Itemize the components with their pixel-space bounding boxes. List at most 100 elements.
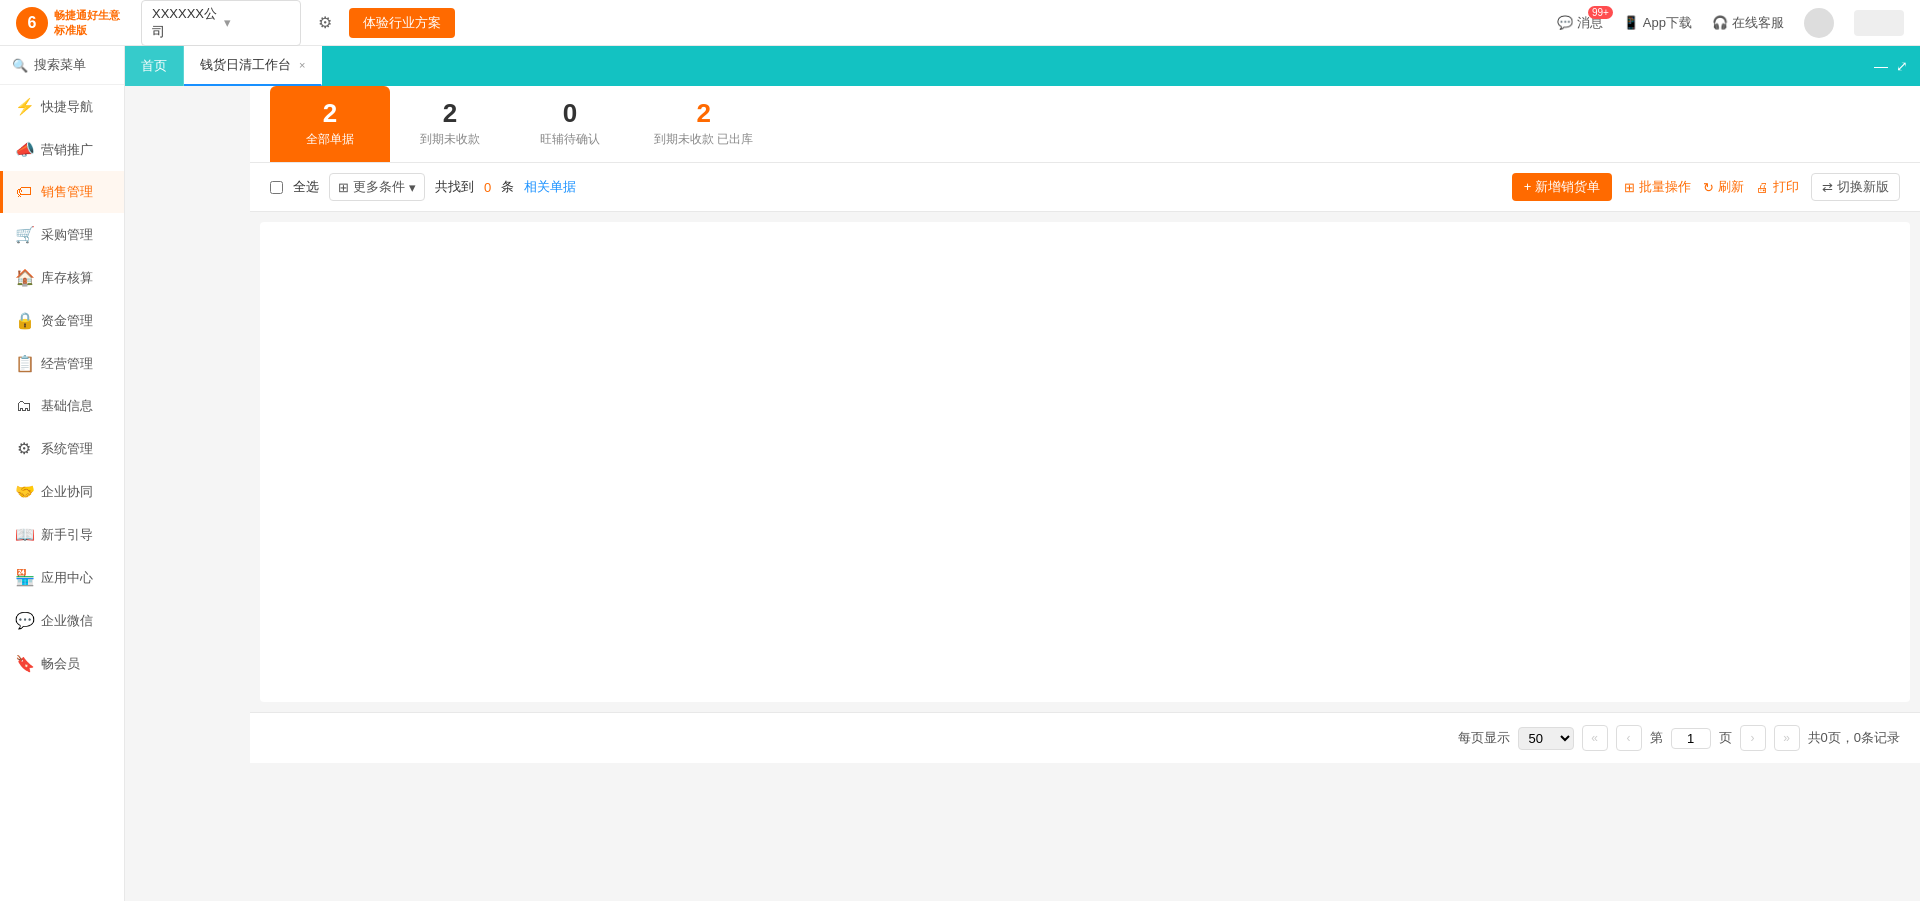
page-label-suffix: 页 [1719, 729, 1732, 747]
sidebar-item-enterprise-wechat[interactable]: 💬 企业微信 [0, 599, 124, 642]
tab-cash-flow[interactable]: 钱货日清工作台 × [184, 46, 322, 86]
app-download-label: App下载 [1643, 14, 1692, 32]
settings-icon[interactable]: ⚙ [309, 7, 341, 39]
basic-info-icon: 🗂 [15, 397, 33, 415]
switch-icon: ⇄ [1822, 180, 1833, 195]
main-content: 2 全部单据 2 到期未收款 0 旺辅待确认 2 到期未收款 已出库 全选 [250, 86, 1920, 901]
first-page-button[interactable]: « [1582, 725, 1608, 751]
sidebar-item-label: 资金管理 [41, 312, 93, 330]
user-name[interactable] [1854, 10, 1904, 36]
message-badge: 99+ [1588, 6, 1613, 19]
stat-tab-overdue-unshipped[interactable]: 2 到期未收款 已出库 [630, 86, 777, 162]
sidebar-item-operations[interactable]: 📋 经营管理 [0, 342, 124, 385]
page-label-prefix: 第 [1650, 729, 1663, 747]
toolbar-right: + 新增销货单 ⊞ 批量操作 ↻ 刷新 🖨 打印 ⇄ 切换新版 [1512, 173, 1900, 201]
sidebar-item-label: 畅会员 [41, 655, 80, 673]
refresh-button[interactable]: ↻ 刷新 [1703, 178, 1744, 196]
sidebar-item-label: 基础信息 [41, 397, 93, 415]
app-header: 6 畅捷通好生意 标准版 XXXXXX公司 ▾ ⚙ 体验行业方案 💬 消息 99… [0, 0, 1920, 46]
header-right: 💬 消息 99+ 📱 App下载 🎧 在线客服 [1557, 8, 1904, 38]
content-area [260, 222, 1910, 702]
sidebar-item-basic-info[interactable]: 🗂 基础信息 [0, 385, 124, 427]
last-page-button[interactable]: » [1774, 725, 1800, 751]
message-button[interactable]: 💬 消息 99+ [1557, 14, 1603, 32]
quick-nav-icon: ⚡ [15, 97, 33, 116]
stat-num-overdue-unshipped: 2 [696, 98, 710, 129]
company-name: XXXXXX公司 [152, 5, 218, 41]
more-filter-button[interactable]: ⊞ 更多条件 ▾ [329, 173, 425, 201]
tab-minimize-icon[interactable]: — [1874, 58, 1888, 74]
batch-icon: ⊞ [1624, 180, 1635, 195]
marketing-icon: 📣 [15, 140, 33, 159]
sidebar-item-purchase[interactable]: 🛒 采购管理 [0, 213, 124, 256]
app-download-button[interactable]: 📱 App下载 [1623, 14, 1692, 32]
select-all-checkbox[interactable] [270, 181, 283, 194]
pagination-bar: 每页显示 20 50 100 « ‹ 第 页 › » 共0页，0条记录 [250, 712, 1920, 763]
batch-operation-button[interactable]: ⊞ 批量操作 [1624, 178, 1691, 196]
new-sales-order-button[interactable]: + 新增销货单 [1512, 173, 1612, 201]
stat-num-overdue-unpaid: 2 [443, 98, 457, 129]
tab-close-icon[interactable]: × [299, 59, 305, 71]
stat-label-wangwang: 旺辅待确认 [540, 131, 600, 148]
per-page-select[interactable]: 20 50 100 [1518, 727, 1574, 750]
sidebar-item-system[interactable]: ⚙ 系统管理 [0, 427, 124, 470]
online-service-button[interactable]: 🎧 在线客服 [1712, 14, 1784, 32]
sidebar-item-app-center[interactable]: 🏪 应用中心 [0, 556, 124, 599]
stat-tab-wangwang[interactable]: 0 旺辅待确认 [510, 86, 630, 162]
refresh-icon: ↻ [1703, 180, 1714, 195]
sidebar-item-label: 库存核算 [41, 269, 93, 287]
member-icon: 🔖 [15, 654, 33, 673]
stat-tab-overdue-unpaid[interactable]: 2 到期未收款 [390, 86, 510, 162]
sidebar-item-quick-nav[interactable]: ⚡ 快捷导航 [0, 85, 124, 128]
finance-icon: 🔒 [15, 311, 33, 330]
experience-btn[interactable]: 体验行业方案 [349, 8, 455, 38]
inventory-icon: 🏠 [15, 268, 33, 287]
related-label[interactable]: 相关单据 [524, 178, 576, 196]
print-button[interactable]: 🖨 打印 [1756, 178, 1799, 196]
search-icon: 🔍 [12, 58, 28, 73]
sidebar-item-enterprise-coop[interactable]: 🤝 企业协同 [0, 470, 124, 513]
filter-label: 更多条件 [353, 178, 405, 196]
switch-version-button[interactable]: ⇄ 切换新版 [1811, 173, 1900, 201]
tab-home[interactable]: 首页 [125, 46, 184, 86]
sidebar-search[interactable]: 🔍 搜索菜单 [0, 46, 124, 85]
print-label: 打印 [1773, 178, 1799, 196]
next-page-button[interactable]: › [1740, 725, 1766, 751]
stat-label-overdue-unpaid: 到期未收款 [420, 131, 480, 148]
enterprise-coop-icon: 🤝 [15, 482, 33, 501]
purchase-icon: 🛒 [15, 225, 33, 244]
stat-tab-all[interactable]: 2 全部单据 [270, 86, 390, 162]
stat-label-overdue-unshipped: 到期未收款 已出库 [654, 131, 753, 148]
select-all-label: 全选 [293, 178, 319, 196]
sidebar-item-marketing[interactable]: 📣 营销推广 [0, 128, 124, 171]
page-input[interactable] [1671, 728, 1711, 749]
message-icon: 💬 [1557, 15, 1573, 30]
stat-label-all: 全部单据 [306, 131, 354, 148]
found-unit: 条 [501, 178, 514, 196]
sidebar: 🔍 搜索菜单 ⚡ 快捷导航 📣 营销推广 🏷 销售管理 🛒 采购管理 🏠 库存核… [0, 46, 125, 901]
sidebar-item-label: 新手引导 [41, 526, 93, 544]
download-icon: 📱 [1623, 15, 1639, 30]
sidebar-item-newbie[interactable]: 📖 新手引导 [0, 513, 124, 556]
switch-label: 切换新版 [1837, 178, 1889, 196]
sales-icon: 🏷 [15, 183, 33, 201]
sidebar-item-finance[interactable]: 🔒 资金管理 [0, 299, 124, 342]
logo-text: 畅捷通好生意 标准版 [54, 8, 120, 37]
logo: 6 畅捷通好生意 标准版 [16, 7, 141, 39]
prev-page-button[interactable]: ‹ [1616, 725, 1642, 751]
sidebar-item-member[interactable]: 🔖 畅会员 [0, 642, 124, 685]
company-selector[interactable]: XXXXXX公司 ▾ [141, 0, 301, 46]
sidebar-item-label: 快捷导航 [41, 98, 93, 116]
avatar[interactable] [1804, 8, 1834, 38]
sidebar-item-label: 企业微信 [41, 612, 93, 630]
tab-bar-actions: — ⤢ [1862, 46, 1920, 86]
sidebar-item-inventory[interactable]: 🏠 库存核算 [0, 256, 124, 299]
sidebar-item-label: 销售管理 [41, 183, 93, 201]
per-page-label: 每页显示 [1458, 729, 1510, 747]
sidebar-item-label: 企业协同 [41, 483, 93, 501]
print-icon: 🖨 [1756, 180, 1769, 195]
batch-label: 批量操作 [1639, 178, 1691, 196]
sidebar-item-sales[interactable]: 🏷 销售管理 [0, 171, 124, 213]
tab-expand-icon[interactable]: ⤢ [1896, 58, 1908, 74]
stat-num-wangwang: 0 [563, 98, 577, 129]
